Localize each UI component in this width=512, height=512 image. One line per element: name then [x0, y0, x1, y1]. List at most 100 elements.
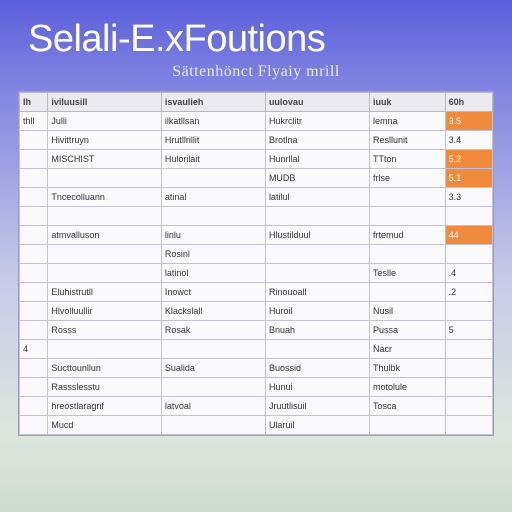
table-row [20, 207, 493, 226]
table-cell [161, 169, 265, 188]
table-cell: Rassslesstu [48, 378, 162, 397]
table-cell [20, 397, 48, 416]
table-row: HivittruynHrutllrillitBrotlnaResllunit3.… [20, 131, 493, 150]
table-cell: motolule [369, 378, 445, 397]
table-cell [161, 378, 265, 397]
table-cell [369, 416, 445, 435]
table-row: thllJulliilkatllsanHukrclitrlemna3.5 [20, 112, 493, 131]
table-cell [265, 340, 369, 359]
table-cell: Tosca [369, 397, 445, 416]
table-cell [48, 245, 162, 264]
table-cell [20, 131, 48, 150]
data-table: Ih iviluusill isvaulieh uulovau iuuk 60h… [19, 92, 493, 435]
table-cell [20, 283, 48, 302]
table-cell [20, 359, 48, 378]
table-cell: latinol [161, 264, 265, 283]
table-cell: Nusil [369, 302, 445, 321]
page-subtitle: Sättenhönct Flyaiy mrill [0, 63, 512, 81]
table-cell: atinal [161, 188, 265, 207]
table-cell: Hukrclitr [265, 112, 369, 131]
table-cell: 3.4 [445, 131, 492, 150]
table-cell: Hivittruyn [48, 131, 162, 150]
table-cell [48, 169, 162, 188]
table-cell: 5.2 [445, 150, 492, 169]
table-cell: Hulorilait [161, 150, 265, 169]
table-cell: .4 [445, 264, 492, 283]
table-cell: MISCHIST [48, 150, 162, 169]
table-cell [445, 397, 492, 416]
table-row: Tncecolluannatinallatilul3.3 [20, 188, 493, 207]
table-cell: Rinouoall [265, 283, 369, 302]
table-cell: Tncecolluann [48, 188, 162, 207]
table-cell: Bnuah [265, 321, 369, 340]
table-cell: Jruutlisuil [265, 397, 369, 416]
table-row: atmvallusonlinluHlustilduulfrtemud44 [20, 226, 493, 245]
table-cell [445, 207, 492, 226]
table-cell: Rosinl [161, 245, 265, 264]
table-cell: Hunrllal [265, 150, 369, 169]
table-row: Mucd Ularuil [20, 416, 493, 435]
table-row: hreostlaragriflatvoalJruutlisuilTosca [20, 397, 493, 416]
table-cell: frtemud [369, 226, 445, 245]
table-cell: Rosak [161, 321, 265, 340]
table-cell: 44 [445, 226, 492, 245]
table-cell: 5 [445, 321, 492, 340]
table-cell: Buossid [265, 359, 369, 378]
table-cell: Rosss [48, 321, 162, 340]
col-header: iviluusill [48, 93, 162, 112]
table-cell [48, 264, 162, 283]
table-row: RosssRosakBnuahPussa5 [20, 321, 493, 340]
table-cell [48, 340, 162, 359]
table-cell [445, 340, 492, 359]
table-cell [445, 359, 492, 378]
table-cell: Mucd [48, 416, 162, 435]
table-cell [20, 264, 48, 283]
table-cell [369, 207, 445, 226]
table-cell: Sualida [161, 359, 265, 378]
table-cell: .2 [445, 283, 492, 302]
table-cell: Inowct [161, 283, 265, 302]
table-cell [445, 245, 492, 264]
table-cell [265, 245, 369, 264]
table-row: SucttounllunSualidaBuossidThulbk [20, 359, 493, 378]
col-header: uulovau [265, 93, 369, 112]
table-cell [20, 150, 48, 169]
table-cell: linlu [161, 226, 265, 245]
table-cell: Julli [48, 112, 162, 131]
table-cell [20, 302, 48, 321]
table-cell [445, 416, 492, 435]
table-row: EluhistrutllInowctRinouoall .2 [20, 283, 493, 302]
table-cell: frlse [369, 169, 445, 188]
table-cell [369, 283, 445, 302]
table-cell: latvoal [161, 397, 265, 416]
table-cell: hreostlaragrif [48, 397, 162, 416]
table-cell [161, 207, 265, 226]
table-cell: 4 [20, 340, 48, 359]
table-cell [265, 264, 369, 283]
table-cell: TTton [369, 150, 445, 169]
table-cell: Huroil [265, 302, 369, 321]
table-cell: latilul [265, 188, 369, 207]
table-cell [20, 245, 48, 264]
table-cell: Eluhistrutll [48, 283, 162, 302]
data-table-container: Ih iviluusill isvaulieh uulovau iuuk 60h… [18, 91, 494, 436]
table-cell: Brotlna [265, 131, 369, 150]
table-cell: thll [20, 112, 48, 131]
table-cell: MUDB [265, 169, 369, 188]
table-cell: Pussa [369, 321, 445, 340]
table-row: HlvolluullirKlackslallHuroilNusil [20, 302, 493, 321]
table-cell [20, 378, 48, 397]
table-row: 4Nacr [20, 340, 493, 359]
table-cell [369, 188, 445, 207]
table-row: Rosinl [20, 245, 493, 264]
table-cell: Ularuil [265, 416, 369, 435]
table-cell [369, 245, 445, 264]
table-cell: Klackslall [161, 302, 265, 321]
table-cell: 5.1 [445, 169, 492, 188]
table-cell: Sucttounllun [48, 359, 162, 378]
table-cell [445, 378, 492, 397]
table-cell [445, 302, 492, 321]
table-cell: atmvalluson [48, 226, 162, 245]
table-header-row: Ih iviluusill isvaulieh uulovau iuuk 60h [20, 93, 493, 112]
table-cell [48, 207, 162, 226]
